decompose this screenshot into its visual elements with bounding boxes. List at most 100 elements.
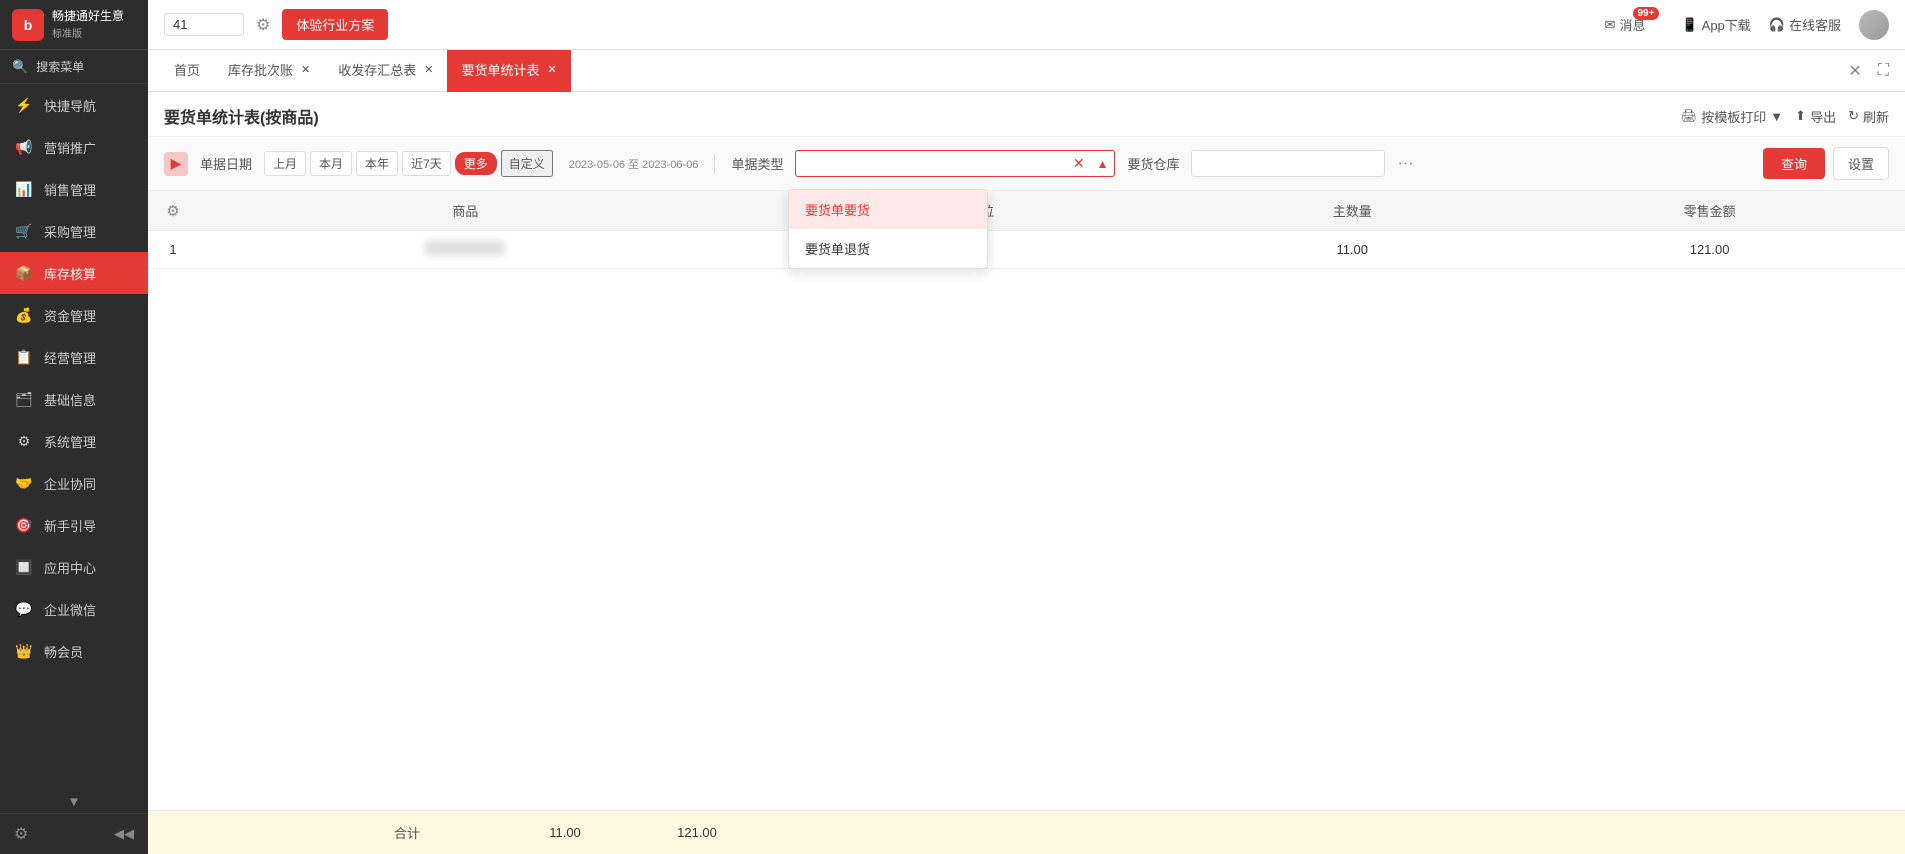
warehouse-filter-input[interactable] [1191,150,1385,177]
sidebar-item-guide[interactable]: 🎯 新手引导 [0,504,148,546]
quick-nav-icon: ⚡ [14,95,34,115]
sidebar-item-label: 库存核算 [44,264,96,283]
warehouse-filter-label: 要货仓库 [1127,154,1179,173]
operations-icon: 📋 [14,347,34,367]
last-7days-btn[interactable]: 近7天 [402,151,451,176]
query-btn[interactable]: 查询 [1763,148,1825,179]
tab-inventory-batch[interactable]: 库存批次账 ✕ [214,50,324,92]
page-header: 要货单统计表(按商品) 🖨 按模板打印 ▼ ⬆ 导出 ↻ 刷新 [148,92,1905,137]
sidebar-item-marketing[interactable]: 📢 营销推广 [0,126,148,168]
custom-date-btn[interactable]: 自定义 [501,150,553,177]
footer-label: 合计 [394,823,420,842]
main-area: 41 ⚙ 体验行业方案 ✉ 消息 99+ 📱 App下载 🎧 在线客服 [148,0,1905,854]
finance-icon: 💰 [14,305,34,325]
filter-more-btn[interactable]: ··· [1397,155,1413,173]
sidebar-item-enterprise[interactable]: 🤝 企业协同 [0,462,148,504]
table-settings-gear-icon[interactable]: ⚙ [166,203,179,220]
online-service-btn[interactable]: 🎧 在线客服 [1769,15,1841,34]
sidebar-item-label: 新手引导 [44,516,96,535]
sidebar-item-label: 经营管理 [44,348,96,367]
type-arrow-icon[interactable]: ▲ [1091,157,1115,171]
sidebar-item-app-center[interactable]: 🔲 应用中心 [0,546,148,588]
page-title: 要货单统计表(按商品) [164,104,319,128]
headset-icon: 🎧 [1769,17,1785,33]
app-download-btn[interactable]: 📱 App下载 [1681,15,1750,34]
tab-receive-send-close[interactable]: ✕ [424,63,433,76]
marketing-icon: 📢 [14,137,34,157]
sidebar-item-system[interactable]: ⚙ 系统管理 [0,420,148,462]
type-filter-input[interactable] [796,151,1066,176]
topbar: 41 ⚙ 体验行业方案 ✉ 消息 99+ 📱 App下载 🎧 在线客服 [148,0,1905,50]
type-filter-label: 单据类型 [731,154,783,173]
sidebar-item-finance[interactable]: 💰 资金管理 [0,294,148,336]
sidebar-item-label: 采购管理 [44,222,96,241]
sidebar-nav: ⚡ 快捷导航 📢 营销推广 📊 销售管理 🛒 采购管理 📦 库存核算 💰 资金管… [0,84,148,790]
topbar-gear-icon[interactable]: ⚙ [256,15,270,35]
sidebar-item-inventory[interactable]: 📦 库存核算 [0,252,148,294]
sidebar-scroll-down[interactable]: ▼ [0,790,148,813]
app-center-icon: 🔲 [14,557,34,577]
topbar-left: 41 ⚙ 体验行业方案 [164,9,388,40]
type-clear-icon[interactable]: ✕ [1067,155,1091,172]
messages-badge: 99+ [1633,7,1660,20]
col-settings[interactable]: ⚙ [148,191,198,231]
this-year-btn[interactable]: 本年 [356,151,398,176]
tab-order-stats[interactable]: 要货单统计表 ✕ [447,50,570,92]
purchase-icon: 🛒 [14,221,34,241]
sidebar-item-wechat[interactable]: 💬 企业微信 [0,588,148,630]
sidebar-item-label: 资金管理 [44,306,96,325]
industry-btn[interactable]: 体验行业方案 [282,9,388,40]
sidebar-item-quick-nav[interactable]: ⚡ 快捷导航 [0,84,148,126]
footer-qty: 11.00 [520,825,610,840]
col-amount: 零售金额 [1514,191,1905,231]
print-label: 按模板打印 [1701,107,1766,126]
sidebar-search[interactable]: 🔍 搜索菜单 [0,50,148,84]
sidebar-item-label: 应用中心 [44,558,96,577]
account-select[interactable]: 41 [164,13,244,36]
sidebar-item-label: 销售管理 [44,180,96,199]
tab-expand-btn[interactable]: ⛶ [1874,58,1893,84]
sidebar-item-label: 企业微信 [44,600,96,619]
tab-close-all-btn[interactable]: ✕ [1844,57,1865,85]
base-info-icon: 🗂 [14,389,34,409]
refresh-label: 刷新 [1863,107,1889,126]
date-filter-btns: 上月 本月 本年 近7天 更多 自定义 [264,150,553,177]
tabs-bar: 首页 库存批次账 ✕ 收发存汇总表 ✕ 要货单统计表 ✕ ✕ ⛶ [148,50,1905,92]
sidebar-item-base-info[interactable]: 🗂 基础信息 [0,378,148,420]
refresh-action[interactable]: ↻ 刷新 [1848,107,1889,126]
row-goods [198,231,733,269]
filter-right-actions: 查询 设置 [1763,147,1889,180]
col-qty: 主数量 [1190,191,1514,231]
tab-inventory-batch-close[interactable]: ✕ [301,63,310,76]
collapse-icon[interactable]: ◀◀ [114,826,134,842]
dropdown-item-order-return[interactable]: 要货单退货 [789,229,987,268]
sidebar-logo: b 畅捷通好生意 标准版 [0,0,148,50]
sidebar-item-purchase[interactable]: 🛒 采购管理 [0,210,148,252]
dropdown-item-order-goods[interactable]: 要货单要货 [789,190,987,229]
tabs-actions: ✕ ⛶ [1844,57,1893,85]
sidebar-item-operations[interactable]: 📋 经营管理 [0,336,148,378]
wechat-icon: 💬 [14,599,34,619]
type-dropdown: 要货单要货 要货单退货 [788,189,988,269]
this-month-btn[interactable]: 本月 [310,151,352,176]
tab-order-stats-close[interactable]: ✕ [548,63,557,76]
print-action[interactable]: 🖨 按模板打印 ▼ [1681,107,1783,126]
logo-text-block: 畅捷通好生意 标准版 [52,9,124,40]
sidebar-item-sales[interactable]: 📊 销售管理 [0,168,148,210]
tab-inventory-batch-label: 库存批次账 [228,60,293,79]
settings-footer-icon[interactable]: ⚙ [14,824,28,844]
export-action[interactable]: ⬆ 导出 [1795,107,1836,126]
filter-toggle-btn[interactable]: ▶ [164,152,188,176]
sidebar-item-label: 营销推广 [44,138,96,157]
tab-receive-send[interactable]: 收发存汇总表 ✕ [324,50,447,92]
row-qty: 11.00 [1190,231,1514,269]
settings-btn[interactable]: 设置 [1833,147,1889,180]
messages-btn[interactable]: ✉ 消息 99+ [1605,15,1646,34]
tab-home[interactable]: 首页 [160,50,214,92]
refresh-icon: ↻ [1848,108,1859,124]
more-dates-btn[interactable]: 更多 [455,152,497,175]
sidebar-item-member[interactable]: 👑 畅会员 [0,630,148,672]
user-avatar[interactable] [1859,10,1889,40]
export-icon: ⬆ [1795,108,1806,124]
last-month-btn[interactable]: 上月 [264,151,306,176]
